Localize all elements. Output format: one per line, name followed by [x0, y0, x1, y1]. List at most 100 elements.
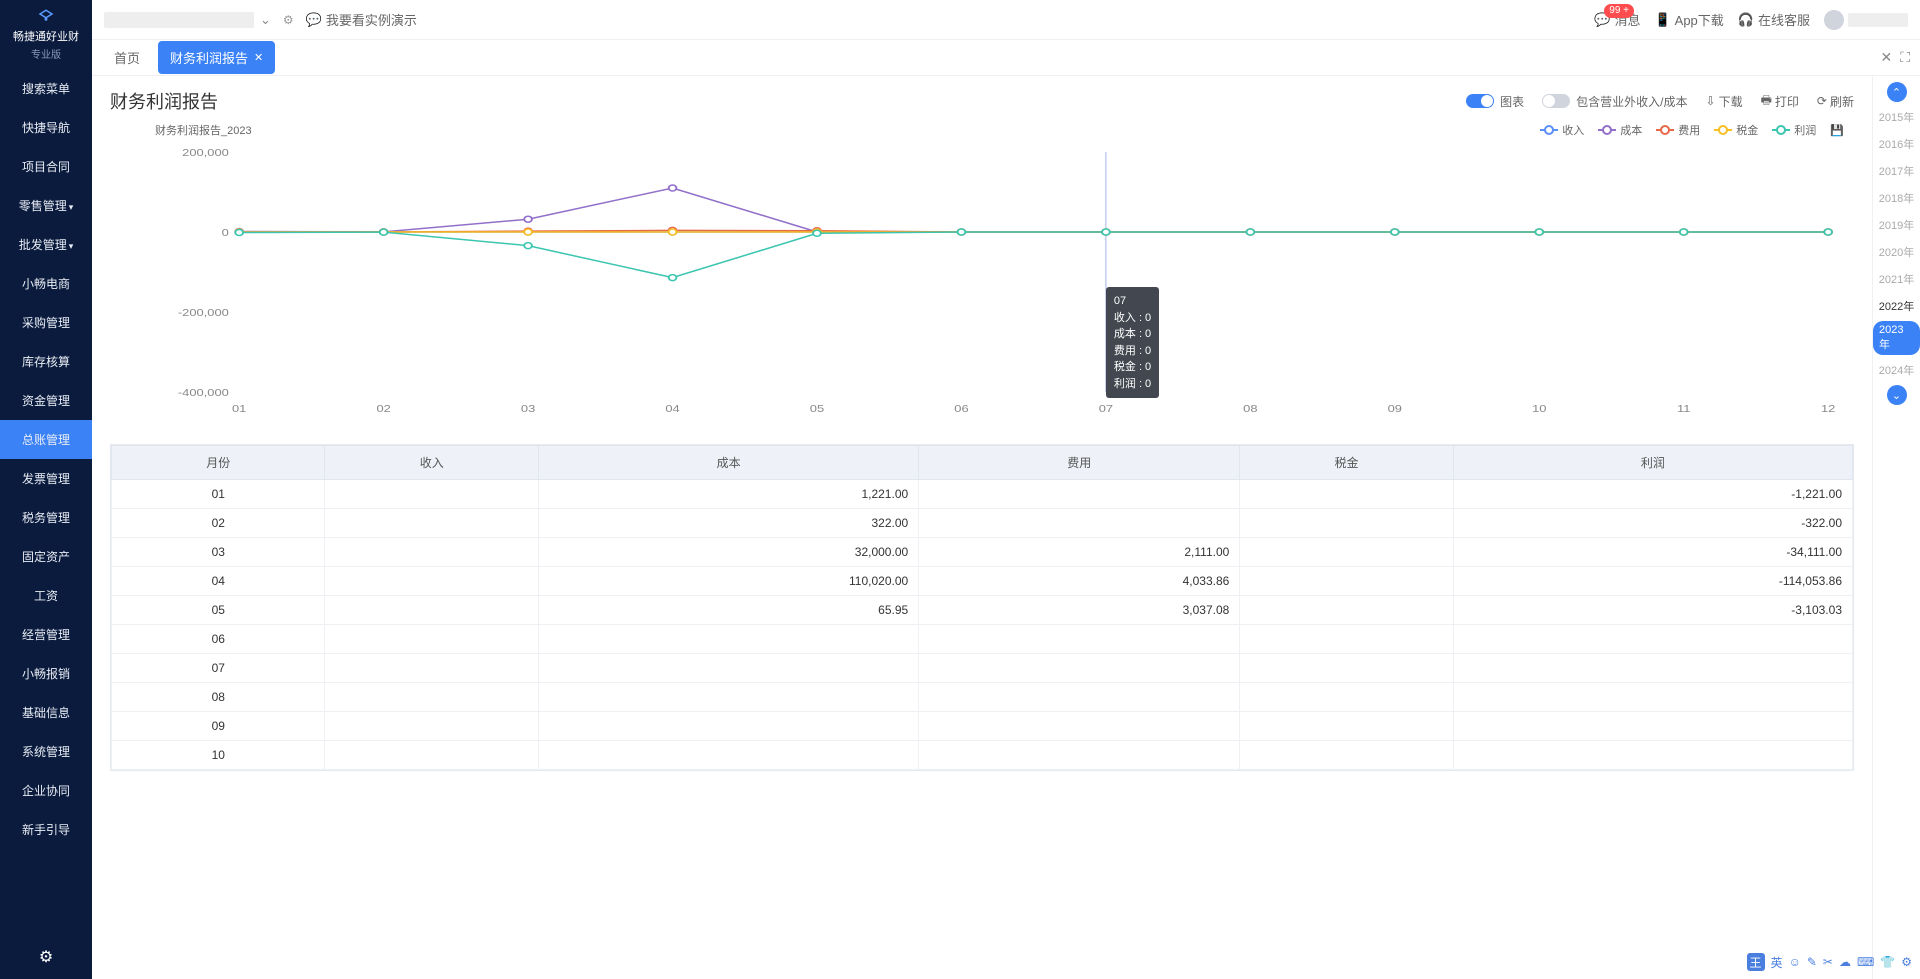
ime-cloud-icon[interactable]: ☁	[1839, 955, 1851, 969]
tab-home[interactable]: 首页	[102, 41, 152, 74]
svg-text:04: 04	[665, 404, 680, 414]
table-row: 06	[112, 625, 1853, 654]
legend-成本[interactable]: 成本	[1598, 122, 1642, 138]
legend-税金[interactable]: 税金	[1714, 122, 1758, 138]
sidebar-item-采购管理[interactable]: 采购管理	[0, 303, 92, 342]
sidebar-item-企业协同[interactable]: 企业协同	[0, 771, 92, 810]
ime-toolbar: 王 英 ☺ ✎ ✂ ☁ ⌨ 👕 ⚙	[1747, 953, 1912, 971]
settings-icon[interactable]: ⚙	[27, 935, 65, 979]
sidebar-item-项目合同[interactable]: 项目合同	[0, 147, 92, 186]
year-2018年[interactable]: 2018年	[1877, 186, 1916, 210]
ime-shirt-icon[interactable]: 👕	[1880, 955, 1895, 969]
sidebar-item-工资[interactable]: 工资	[0, 576, 92, 615]
year-2024年[interactable]: 2024年	[1877, 358, 1916, 382]
download-icon: ⇩	[1706, 94, 1716, 108]
year-2023年[interactable]: 2023年	[1873, 321, 1920, 355]
chart-toggle[interactable]	[1466, 94, 1494, 108]
year-2020年[interactable]: 2020年	[1877, 240, 1916, 264]
close-all-tabs-icon[interactable]: ✕	[1880, 49, 1892, 66]
year-2022年[interactable]: 2022年	[1877, 294, 1916, 318]
year-scroll-up[interactable]: ⌃	[1887, 82, 1907, 102]
ime-keyboard-icon[interactable]: ⌨	[1857, 955, 1874, 969]
svg-text:0: 0	[222, 228, 229, 238]
extra-toggle[interactable]	[1542, 94, 1570, 108]
sidebar-item-系统管理[interactable]: 系统管理	[0, 732, 92, 771]
tab-bar: 首页 财务利润报告 ✕ ✕ ⛶	[92, 40, 1920, 76]
sidebar-item-总账管理[interactable]: 总账管理	[0, 420, 92, 459]
svg-text:05: 05	[810, 404, 824, 414]
year-2017年[interactable]: 2017年	[1877, 159, 1916, 183]
sidebar-item-快捷导航[interactable]: 快捷导航	[0, 108, 92, 147]
support-button[interactable]: 🎧 在线客服	[1738, 10, 1810, 29]
sidebar-item-税务管理[interactable]: 税务管理	[0, 498, 92, 537]
sidebar-menu: 搜索菜单快捷导航项目合同零售管理▾批发管理▾小畅电商采购管理库存核算资金管理总账…	[0, 69, 92, 935]
year-2016年[interactable]: 2016年	[1877, 132, 1916, 156]
user-menu[interactable]	[1824, 10, 1908, 30]
year-2019年[interactable]: 2019年	[1877, 213, 1916, 237]
table-row: 02322.00-322.00	[112, 509, 1853, 538]
svg-text:02: 02	[376, 404, 390, 414]
legend-费用[interactable]: 费用	[1656, 122, 1700, 138]
year-2021年[interactable]: 2021年	[1877, 267, 1916, 291]
sidebar-item-库存核算[interactable]: 库存核算	[0, 342, 92, 381]
ime-main-icon[interactable]: 王	[1747, 953, 1765, 971]
table-row: 07	[112, 654, 1853, 683]
sidebar-item-零售管理[interactable]: 零售管理▾	[0, 186, 92, 225]
brand-icon	[37, 8, 55, 26]
ime-pencil-icon[interactable]: ✎	[1807, 955, 1817, 969]
download-button[interactable]: ⇩下载	[1706, 93, 1743, 110]
legend-利润[interactable]: 利润	[1772, 122, 1816, 138]
tab-financial-profit-report[interactable]: 财务利润报告 ✕	[158, 41, 275, 74]
sidebar-item-基础信息[interactable]: 基础信息	[0, 693, 92, 732]
company-selector[interactable]: ⌄	[104, 12, 271, 28]
svg-text:01: 01	[232, 404, 246, 414]
ime-gear-icon[interactable]: ⚙	[1901, 955, 1912, 969]
sidebar-item-新手引导[interactable]: 新手引导	[0, 810, 92, 849]
avatar	[1824, 10, 1844, 30]
refresh-icon: ⟳	[1817, 94, 1827, 108]
ime-smile-icon[interactable]: ☺	[1789, 955, 1801, 969]
data-table: 月份收入成本费用税金利润 011,221.00-1,221.0002322.00…	[110, 444, 1854, 771]
legend-收入[interactable]: 收入	[1540, 122, 1584, 138]
table-row: 0565.953,037.08-3,103.03	[112, 596, 1853, 625]
profit-chart: 财务利润报告_2023 收入成本费用税金利润💾 200,0000-200,000…	[110, 122, 1854, 432]
table-row: 04110,020.004,033.86-114,053.86	[112, 567, 1853, 596]
sidebar-item-发票管理[interactable]: 发票管理	[0, 459, 92, 498]
view-demo-button[interactable]: 💬 我要看实例演示	[306, 10, 417, 29]
col-月份: 月份	[112, 446, 325, 480]
topbar: ⌄ ⚙ 💬 我要看实例演示 99 + 💬 消息 📱 App下载 🎧	[92, 0, 1920, 40]
sidebar-item-经营管理[interactable]: 经营管理	[0, 615, 92, 654]
col-利润: 利润	[1453, 446, 1852, 480]
save-chart-icon[interactable]: 💾	[1830, 124, 1844, 137]
print-button[interactable]: 🖶打印	[1761, 91, 1799, 112]
col-费用: 费用	[919, 446, 1240, 480]
ime-scissors-icon[interactable]: ✂	[1823, 955, 1833, 969]
sidebar-item-小畅电商[interactable]: 小畅电商	[0, 264, 92, 303]
extra-toggle-label: 包含营业外收入/成本	[1576, 93, 1687, 110]
phone-icon: 📱	[1654, 12, 1670, 28]
sidebar-item-资金管理[interactable]: 资金管理	[0, 381, 92, 420]
sidebar-item-批发管理[interactable]: 批发管理▾	[0, 225, 92, 264]
year-scroll-down[interactable]: ⌄	[1887, 385, 1907, 405]
sidebar-item-小畅报销[interactable]: 小畅报销	[0, 654, 92, 693]
table-row: 09	[112, 712, 1853, 741]
messages-button[interactable]: 99 + 💬 消息	[1594, 10, 1640, 29]
year-2015年[interactable]: 2015年	[1877, 105, 1916, 129]
table-row: 10	[112, 741, 1853, 770]
svg-text:08: 08	[1243, 404, 1257, 414]
chart-canvas: 200,0000-200,000-400,0000102030405060708…	[110, 142, 1854, 422]
ime-lang[interactable]: 英	[1771, 954, 1783, 971]
sidebar-item-固定资产[interactable]: 固定资产	[0, 537, 92, 576]
gear-icon[interactable]: ⚙	[283, 13, 294, 27]
chart-toggle-label: 图表	[1500, 93, 1524, 110]
fullscreen-icon[interactable]: ⛶	[1900, 49, 1910, 66]
svg-text:200,000: 200,000	[182, 148, 229, 158]
chat-icon: 💬	[306, 12, 322, 28]
col-成本: 成本	[538, 446, 918, 480]
refresh-button[interactable]: ⟳刷新	[1817, 93, 1854, 110]
message-badge: 99 +	[1604, 4, 1634, 18]
app-download-button[interactable]: 📱 App下载	[1654, 10, 1723, 29]
close-icon[interactable]: ✕	[254, 51, 263, 64]
chart-tooltip: 07 收入 : 0 成本 : 0 费用 : 0 税金 : 0 利润 : 0	[1106, 287, 1159, 398]
sidebar-item-搜索菜单[interactable]: 搜索菜单	[0, 69, 92, 108]
